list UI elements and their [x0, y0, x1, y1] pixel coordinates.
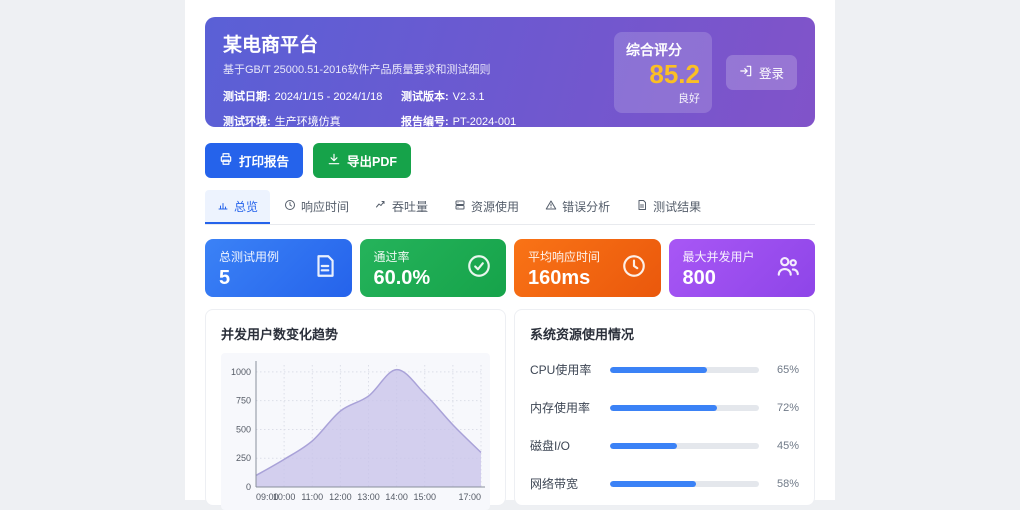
stat-pass-rate: 通过率 60.0% — [359, 239, 506, 297]
document-icon — [312, 253, 338, 284]
svg-text:1000: 1000 — [231, 367, 251, 377]
resource-disk-percent: 45% — [776, 439, 799, 452]
overall-score-box: 综合评分 85.2 良好 — [613, 32, 712, 113]
stat-avg-response: 平均响应时间 160ms — [514, 239, 661, 297]
stat-total-cases-value: 5 — [219, 266, 231, 289]
bottom-panels: 并发用户数变化趋势 0 250 500 750 1000 09:00 10:00 11:00 1… — [205, 309, 815, 510]
print-report-label: 打印报告 — [239, 155, 290, 169]
svg-text:250: 250 — [236, 453, 251, 463]
bar-chart-icon — [217, 199, 229, 214]
tab-response-time-label: 响应时间 — [301, 200, 350, 214]
concurrency-trend-title: 并发用户数变化趋势 — [221, 327, 339, 342]
document-icon — [636, 199, 648, 214]
concurrency-area-chart: 0250500750100009:0010:00 11:00 12:00 13:00 1… — [231, 361, 485, 502]
page-title: 某电商平台 — [223, 35, 319, 56]
meta-test-date: 测试日期: 2024/1/15 - 2024/1/18 — [223, 91, 383, 103]
resource-network-label: 网络带宽 — [530, 477, 579, 491]
resource-memory-percent: 72% — [776, 401, 799, 414]
check-circle-icon — [466, 253, 492, 284]
meta-report-id: 报告编号: PT-2024-001 — [401, 116, 517, 128]
svg-text:750: 750 — [236, 396, 251, 406]
resource-disk-bar — [610, 442, 759, 449]
concurrency-trend-chart-box: 0 250 500 750 1000 09:00 10:00 11:00 12:00 13:00 1… — [221, 353, 490, 510]
print-report-button[interactable]: 打印报告 — [205, 143, 304, 178]
meta-test-version: 测试版本: V2.3.1 — [401, 91, 485, 103]
page-subtitle: 基于GB/T 25000.51-2016软件产品质量要求和测试细则 — [223, 64, 491, 76]
login-button[interactable]: 登录 — [725, 55, 797, 90]
tab-error-analysis-label: 错误分析 — [562, 200, 611, 214]
report-tabbar: 总览 响应时间 吞吐量 资源使用 错误分析 测试结果 — [205, 190, 815, 225]
tab-error-analysis[interactable]: 错误分析 — [533, 190, 622, 224]
overall-score-value: 85.2 — [649, 59, 700, 90]
resource-usage-panel: 系统资源使用情况 CPU使用率 65% 内存使用率 72% 磁盘I/O 45% — [514, 309, 815, 506]
report-page: 某电商平台 基于GB/T 25000.51-2016软件产品质量要求和测试细则 … — [185, 0, 835, 510]
report-header-card: 某电商平台 基于GB/T 25000.51-2016软件产品质量要求和测试细则 … — [205, 17, 815, 128]
resource-row-cpu: CPU使用率 65% — [530, 361, 799, 378]
stat-max-users: 最大并发用户 800 — [668, 239, 815, 297]
tab-test-results[interactable]: 测试结果 — [624, 190, 713, 224]
stat-cards: 总测试用例 5 通过率 60.0% 平均响应时间 160ms 最大并发用户 80… — [205, 239, 815, 297]
concurrency-trend-panel: 并发用户数变化趋势 0 250 500 750 1000 09:00 10:00 11:00 1… — [205, 309, 506, 510]
tab-overview[interactable]: 总览 — [205, 190, 271, 224]
clock-icon — [621, 253, 647, 284]
report-header-right: 综合评分 85.2 良好 登录 — [613, 30, 797, 115]
svg-text:10:00: 10:00 — [273, 492, 296, 502]
tab-throughput-label: 吞吐量 — [392, 200, 429, 214]
stat-avg-response-label: 平均响应时间 — [528, 249, 601, 264]
stat-pass-rate-label: 通过率 — [373, 249, 410, 264]
resource-memory-label: 内存使用率 — [530, 401, 591, 415]
tab-test-results-label: 测试结果 — [653, 200, 702, 214]
svg-text:12:00: 12:00 — [329, 492, 352, 502]
action-toolbar: 打印报告 导出PDF — [205, 143, 815, 178]
report-header-info: 某电商平台 基于GB/T 25000.51-2016软件产品质量要求和测试细则 … — [223, 30, 516, 128]
tab-resource-usage[interactable]: 资源使用 — [442, 190, 531, 224]
export-pdf-label: 导出PDF — [347, 155, 398, 169]
resource-memory-bar — [610, 404, 759, 411]
tab-throughput[interactable]: 吞吐量 — [363, 190, 440, 224]
svg-text:13:00: 13:00 — [357, 492, 380, 502]
svg-text:14:00: 14:00 — [385, 492, 408, 502]
resource-rows: CPU使用率 65% 内存使用率 72% 磁盘I/O 45% 网络带宽 58% — [530, 361, 799, 492]
resource-cpu-label: CPU使用率 — [530, 363, 592, 377]
stat-max-users-value: 800 — [682, 266, 716, 289]
resource-row-network: 网络带宽 58% — [530, 475, 799, 492]
trend-icon — [375, 199, 387, 214]
server-icon — [454, 199, 466, 214]
resource-network-bar — [610, 480, 759, 487]
stat-total-cases-label: 总测试用例 — [219, 249, 280, 264]
resource-network-percent: 58% — [776, 477, 799, 490]
resource-usage-title: 系统资源使用情况 — [530, 327, 635, 342]
download-icon — [327, 152, 341, 169]
users-icon — [775, 253, 801, 284]
resource-cpu-percent: 65% — [776, 363, 799, 376]
login-icon — [739, 64, 753, 81]
login-button-label: 登录 — [758, 67, 784, 81]
svg-text:500: 500 — [236, 424, 251, 434]
overall-score-label: 综合评分 — [625, 42, 682, 59]
clock-icon — [284, 199, 296, 214]
export-pdf-button[interactable]: 导出PDF — [313, 143, 412, 178]
stat-max-users-label: 最大并发用户 — [682, 249, 755, 264]
svg-text:0: 0 — [246, 482, 251, 492]
tab-overview-label: 总览 — [234, 200, 259, 214]
resource-disk-label: 磁盘I/O — [530, 439, 571, 453]
overall-score-grade: 良好 — [677, 92, 700, 105]
resource-row-disk: 磁盘I/O 45% — [530, 437, 799, 454]
stat-pass-rate-value: 60.0% — [373, 266, 431, 289]
resource-cpu-bar — [610, 366, 759, 373]
resource-row-memory: 内存使用率 72% — [530, 399, 799, 416]
svg-text:11:00: 11:00 — [301, 492, 323, 502]
meta-test-env: 测试环境: 生产环境仿真 — [223, 116, 341, 128]
warning-icon — [545, 199, 557, 214]
report-meta: 测试日期: 2024/1/15 - 2024/1/18 测试版本: V2.3.1 测… — [223, 88, 516, 129]
svg-text:15:00: 15:00 — [413, 492, 436, 502]
tab-resource-usage-label: 资源使用 — [471, 200, 520, 214]
svg-text:17:00: 17:00 — [458, 492, 481, 502]
stat-total-cases: 总测试用例 5 — [205, 239, 352, 297]
printer-icon — [219, 152, 233, 169]
stat-avg-response-value: 160ms — [528, 266, 591, 289]
tab-response-time[interactable]: 响应时间 — [272, 190, 361, 224]
